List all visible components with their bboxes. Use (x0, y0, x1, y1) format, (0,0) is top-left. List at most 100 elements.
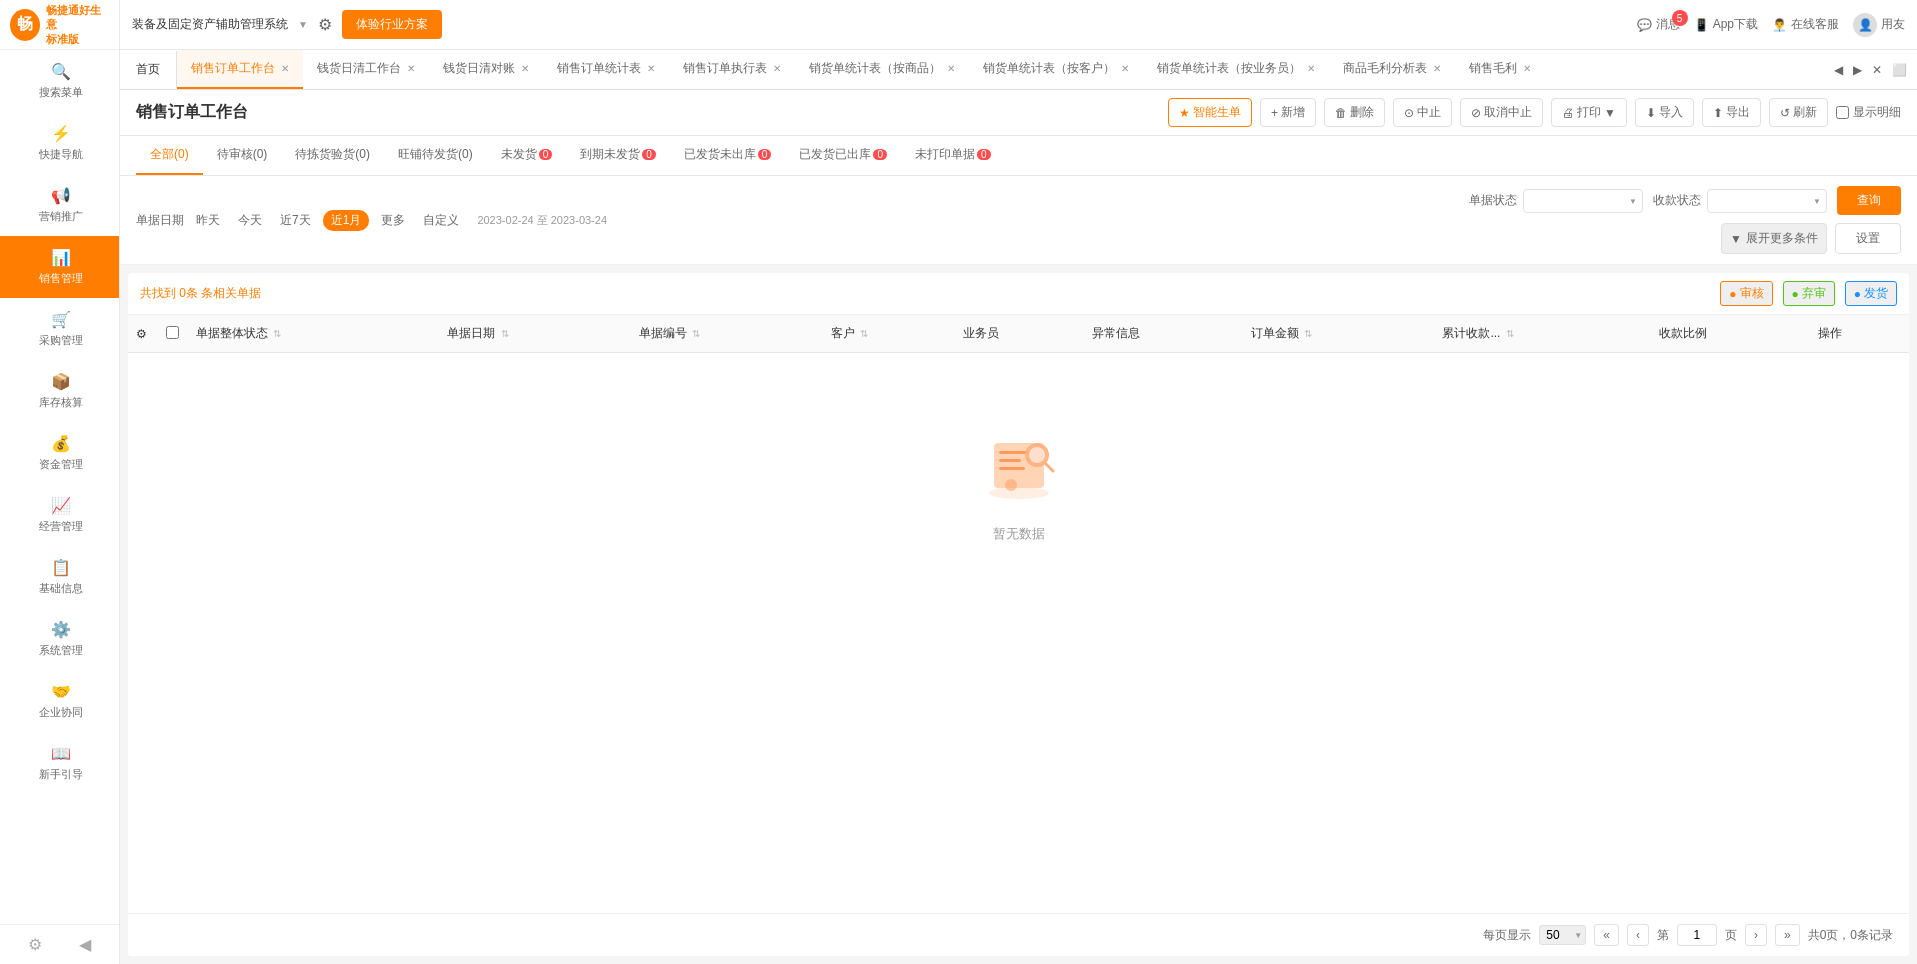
tab-sales-summary-staff[interactable]: 销货单统计表（按业务员）✕ (1143, 50, 1329, 89)
collapse-icon[interactable]: ◀ (79, 935, 91, 954)
sidebar-item-basic[interactable]: 📋基础信息 (0, 546, 119, 608)
review-dot: ● (1729, 287, 1736, 301)
tab-close-cash-clear[interactable]: ✕ (407, 63, 415, 74)
sidebar-item-search[interactable]: 🔍搜索菜单 (0, 50, 119, 112)
sidebar-item-quicknav[interactable]: ⚡快捷导航 (0, 112, 119, 174)
payment-select[interactable] (1707, 189, 1827, 213)
tab-close-sales-profit[interactable]: ✕ (1523, 63, 1531, 74)
cancel-stop-button[interactable]: ⊘ 取消中止 (1460, 98, 1543, 127)
first-page-button[interactable]: « (1594, 924, 1619, 946)
sub-tab-pending-review[interactable]: 待审核(0) (203, 136, 282, 175)
th-number[interactable]: 单据编号 ⇅ (631, 315, 823, 353)
date-options: 昨天今天近7天近1月更多自定义 (190, 210, 465, 231)
sidebar-item-purchase[interactable]: 🛒采购管理 (0, 298, 119, 360)
tab-sales-exec[interactable]: 销售订单执行表✕ (669, 50, 795, 89)
refresh-button[interactable]: ↺ 刷新 (1769, 98, 1828, 127)
stop-button[interactable]: ⊙ 中止 (1393, 98, 1452, 127)
message-item[interactable]: 💬 消息 5 (1637, 16, 1680, 33)
query-button[interactable]: 查询 (1837, 186, 1901, 215)
sub-tab-wangpu-deliver[interactable]: 旺铺待发货(0) (384, 136, 487, 175)
tab-sales-summary-customer[interactable]: 销货单统计表（按客户）✕ (969, 50, 1143, 89)
th-customer[interactable]: 客户 ⇅ (823, 315, 955, 353)
column-settings-icon[interactable]: ⚙ (136, 327, 147, 341)
service-item[interactable]: 👨‍💼 在线客服 (1772, 16, 1839, 33)
tab-maximize-button[interactable]: ⬜ (1888, 59, 1911, 81)
tab-close-all-button[interactable]: ✕ (1868, 59, 1886, 81)
tab-close-cash-reconcile[interactable]: ✕ (521, 63, 529, 74)
tab-home[interactable]: 首页 (120, 51, 177, 88)
show-detail-checkbox[interactable] (1836, 106, 1849, 119)
sub-tab-delivered-stocked[interactable]: 已发货已出库0 (785, 136, 901, 175)
last-page-button[interactable]: » (1775, 924, 1800, 946)
th-date[interactable]: 单据日期 ⇅ (439, 315, 631, 353)
tab-cash-reconcile[interactable]: 钱货日清对账✕ (429, 50, 543, 89)
sidebar-label-purchase: 采购管理 (39, 333, 83, 348)
sidebar-item-system[interactable]: ⚙️系统管理 (0, 608, 119, 670)
svg-point-6 (1029, 447, 1045, 463)
date-option-近7天[interactable]: 近7天 (274, 210, 317, 231)
svg-rect-4 (999, 467, 1025, 470)
sub-tab-delivered-not-stocked[interactable]: 已发货未出库0 (670, 136, 786, 175)
tab-close-sales-workbench[interactable]: ✕ (281, 63, 289, 74)
date-option-昨天[interactable]: 昨天 (190, 210, 226, 231)
sidebar-item-cooperation[interactable]: 🤝企业协同 (0, 670, 119, 732)
date-option-更多[interactable]: 更多 (375, 210, 411, 231)
solution-button[interactable]: 体验行业方案 (342, 10, 442, 39)
tab-sales-stats[interactable]: 销售订单统计表✕ (543, 50, 669, 89)
tab-sales-profit[interactable]: 销售毛利✕ (1455, 50, 1545, 89)
show-detail-label[interactable]: 显示明细 (1836, 104, 1901, 121)
expand-icon: ▼ (1730, 232, 1742, 246)
delete-button[interactable]: 🗑 删除 (1324, 98, 1385, 127)
add-button[interactable]: + 新增 (1260, 98, 1316, 127)
tab-cash-clear[interactable]: 钱货日清工作台✕ (303, 50, 429, 89)
review-action-button[interactable]: ● 审核 (1720, 281, 1772, 306)
operations-icon: 📈 (51, 496, 71, 515)
send-action-button[interactable]: ● 发货 (1845, 281, 1897, 306)
sub-tab-not-printed[interactable]: 未打印单据0 (901, 136, 1005, 175)
set-button[interactable]: 设置 (1835, 223, 1901, 254)
tab-close-gross-margin[interactable]: ✕ (1433, 63, 1441, 74)
date-option-今天[interactable]: 今天 (232, 210, 268, 231)
next-page-button[interactable]: › (1745, 924, 1767, 946)
user-item[interactable]: 👤 用友 (1853, 13, 1905, 37)
tab-sales-workbench[interactable]: 销售订单工作台✕ (177, 50, 303, 89)
sidebar-item-sales[interactable]: 📊销售管理 (0, 236, 119, 298)
status-select[interactable] (1523, 189, 1643, 213)
app-download-item[interactable]: 📱 App下载 (1694, 16, 1758, 33)
prev-page-button[interactable]: ‹ (1627, 924, 1649, 946)
th-collected[interactable]: 累计收款... ⇅ (1434, 315, 1651, 353)
date-option-自定义[interactable]: 自定义 (417, 210, 465, 231)
tab-sales-summary-product[interactable]: 销货单统计表（按商品）✕ (795, 50, 969, 89)
expand-filter-button[interactable]: ▼ 展开更多条件 (1721, 223, 1827, 254)
tab-close-sales-summary-staff[interactable]: ✕ (1307, 63, 1315, 74)
date-option-近1月[interactable]: 近1月 (323, 210, 370, 231)
sidebar-item-guide[interactable]: 📖新手引导 (0, 732, 119, 794)
tab-scroll-left-button[interactable]: ◀ (1830, 59, 1847, 81)
topbar-gear-icon[interactable]: ⚙ (318, 15, 332, 34)
tab-gross-margin[interactable]: 商品毛利分析表✕ (1329, 50, 1455, 89)
print-button[interactable]: 🖨 打印 ▼ (1551, 98, 1627, 127)
sort-customer-icon: ⇅ (860, 328, 868, 339)
page-input[interactable] (1677, 924, 1717, 946)
cancel-review-action-button[interactable]: ● 弃审 (1783, 281, 1835, 306)
smart-create-button[interactable]: ★ 智能生单 (1168, 98, 1252, 127)
sub-tab-not-delivered[interactable]: 未发货0 (487, 136, 567, 175)
sidebar-item-operations[interactable]: 📈经营管理 (0, 484, 119, 546)
select-all-checkbox[interactable] (166, 326, 179, 339)
tab-close-sales-exec[interactable]: ✕ (773, 63, 781, 74)
page-size-select[interactable]: 20 50 100 200 (1539, 925, 1586, 945)
sidebar-item-marketing[interactable]: 📢营销推广 (0, 174, 119, 236)
tab-scroll-right-button[interactable]: ▶ (1849, 59, 1866, 81)
sidebar-item-finance[interactable]: 💰资金管理 (0, 422, 119, 484)
th-amount[interactable]: 订单金额 ⇅ (1243, 315, 1435, 353)
settings-icon[interactable]: ⚙ (28, 935, 42, 954)
sub-tab-all[interactable]: 全部(0) (136, 136, 203, 175)
import-button[interactable]: ⬇ 导入 (1635, 98, 1694, 127)
sub-tab-pending-check[interactable]: 待拣货验货(0) (281, 136, 384, 175)
tab-close-sales-summary-customer[interactable]: ✕ (1121, 63, 1129, 74)
sidebar-item-inventory[interactable]: 📦库存核算 (0, 360, 119, 422)
export-button[interactable]: ⬆ 导出 (1702, 98, 1761, 127)
tab-close-sales-stats[interactable]: ✕ (647, 63, 655, 74)
tab-close-sales-summary-product[interactable]: ✕ (947, 63, 955, 74)
sub-tab-overdue-not-delivered[interactable]: 到期未发货0 (566, 136, 670, 175)
